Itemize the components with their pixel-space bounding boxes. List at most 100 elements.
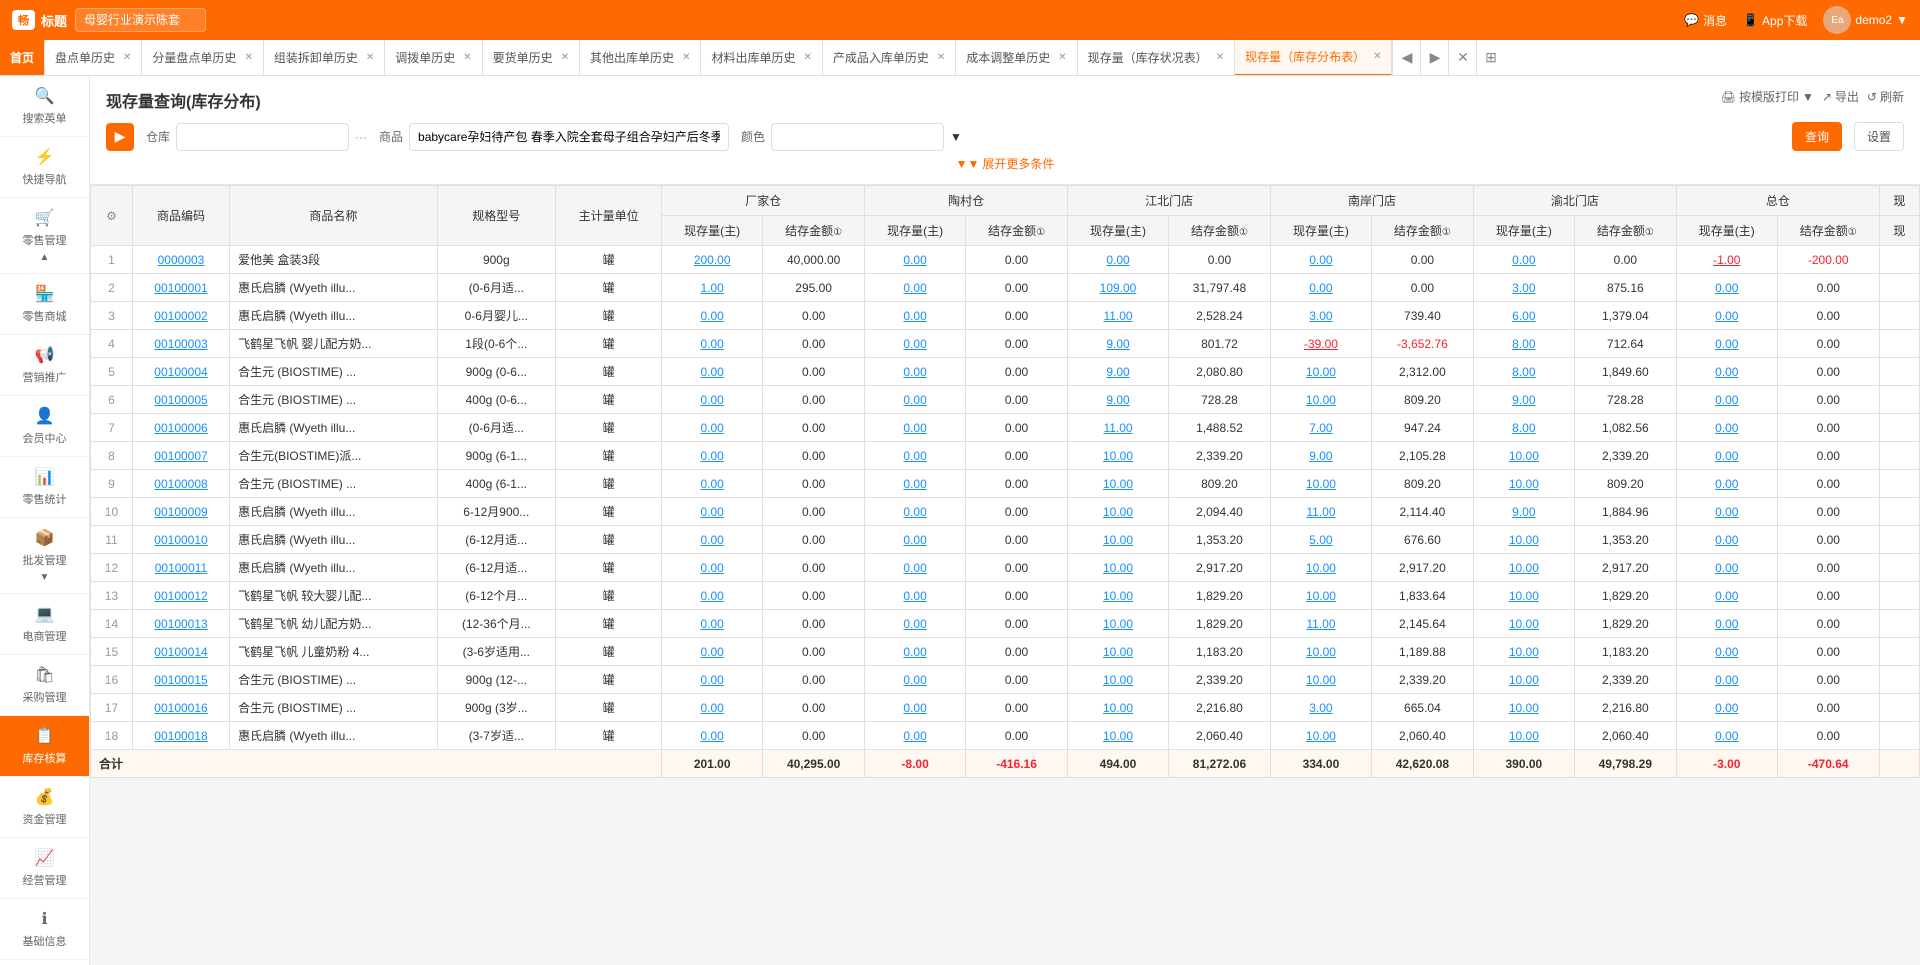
- row-nanan-qty[interactable]: 10.00: [1271, 470, 1372, 498]
- row-code[interactable]: 00100015: [132, 666, 229, 694]
- row-total-qty[interactable]: 0.00: [1676, 330, 1777, 358]
- tab-close-icon[interactable]: ✕: [1373, 51, 1381, 62]
- tab-assembly[interactable]: 组装拆卸单历史 ✕: [264, 40, 385, 76]
- row-total-qty[interactable]: 0.00: [1676, 526, 1777, 554]
- tab-portion-check[interactable]: 分量盘点单历史 ✕: [142, 40, 263, 76]
- row-nanan-qty[interactable]: 0.00: [1271, 246, 1372, 274]
- row-total-qty[interactable]: -1.00: [1676, 246, 1777, 274]
- row-yubei-qty[interactable]: 10.00: [1473, 442, 1574, 470]
- row-nanan-qty[interactable]: 9.00: [1271, 442, 1372, 470]
- row-total-qty[interactable]: 0.00: [1676, 358, 1777, 386]
- row-taocun-qty[interactable]: 0.00: [865, 554, 966, 582]
- row-jiangbei-qty[interactable]: 109.00: [1068, 274, 1169, 302]
- tab-prev-btn[interactable]: ◀: [1392, 40, 1420, 76]
- row-factory-qty[interactable]: 0.00: [662, 526, 763, 554]
- row-taocun-qty[interactable]: 0.00: [865, 414, 966, 442]
- row-yubei-qty[interactable]: 10.00: [1473, 554, 1574, 582]
- query-btn[interactable]: 查询: [1792, 122, 1842, 151]
- row-factory-qty[interactable]: 0.00: [662, 358, 763, 386]
- row-yubei-qty[interactable]: 3.00: [1473, 274, 1574, 302]
- message-btn[interactable]: 💬 消息: [1684, 12, 1727, 29]
- tab-cost-adjust[interactable]: 成本调整单历史 ✕: [956, 40, 1077, 76]
- row-yubei-qty[interactable]: 6.00: [1473, 302, 1574, 330]
- sidebar-item-ecommerce[interactable]: 💻 电商管理: [0, 594, 89, 655]
- row-total-qty[interactable]: 0.00: [1676, 498, 1777, 526]
- row-code[interactable]: 00100004: [132, 358, 229, 386]
- row-total-qty[interactable]: 0.00: [1676, 470, 1777, 498]
- row-taocun-qty[interactable]: 0.00: [865, 610, 966, 638]
- row-nanan-qty[interactable]: 10.00: [1271, 358, 1372, 386]
- tab-close-icon[interactable]: ✕: [937, 52, 945, 63]
- row-factory-qty[interactable]: 200.00: [662, 246, 763, 274]
- row-factory-qty[interactable]: 0.00: [662, 610, 763, 638]
- tab-close-all-btn[interactable]: ✕: [1448, 40, 1476, 76]
- export-btn[interactable]: ↗ 导出: [1822, 88, 1859, 105]
- tab-stock-status[interactable]: 现存量（库存状况表） ✕: [1078, 40, 1235, 76]
- row-code[interactable]: 00100013: [132, 610, 229, 638]
- tab-stock-dist[interactable]: 现存量（库存分布表） ✕: [1235, 40, 1392, 76]
- row-code[interactable]: 00100007: [132, 442, 229, 470]
- row-total-qty[interactable]: 0.00: [1676, 274, 1777, 302]
- row-total-qty[interactable]: 0.00: [1676, 722, 1777, 750]
- table-scroll[interactable]: ⚙ 商品编码 商品名称 规格型号 主计量单位 厂家仓 陶村仓 江北门店 南岸门店…: [90, 185, 1920, 965]
- row-taocun-qty[interactable]: 0.00: [865, 302, 966, 330]
- row-factory-qty[interactable]: 0.00: [662, 414, 763, 442]
- color-input[interactable]: [771, 123, 944, 151]
- tab-transfer[interactable]: 调拨单历史 ✕: [385, 40, 482, 76]
- row-taocun-qty[interactable]: 0.00: [865, 666, 966, 694]
- tab-expand-btn[interactable]: ⊞: [1476, 40, 1504, 76]
- sidebar-item-inventory[interactable]: 📋 库存核算: [0, 716, 89, 777]
- row-total-qty[interactable]: 0.00: [1676, 694, 1777, 722]
- row-jiangbei-qty[interactable]: 10.00: [1068, 694, 1169, 722]
- tab-close-icon[interactable]: ✕: [1216, 52, 1224, 63]
- expand-conditions-btn[interactable]: ▼▼ 展开更多条件: [956, 155, 1055, 172]
- row-code[interactable]: 00100001: [132, 274, 229, 302]
- row-code[interactable]: 00100006: [132, 414, 229, 442]
- row-taocun-qty[interactable]: 0.00: [865, 498, 966, 526]
- tab-other-out[interactable]: 其他出库单历史 ✕: [580, 40, 701, 76]
- row-code[interactable]: 00100008: [132, 470, 229, 498]
- store-selector[interactable]: 母婴行业演示陈套: [75, 8, 206, 32]
- row-code[interactable]: 00100014: [132, 638, 229, 666]
- row-factory-qty[interactable]: 0.00: [662, 694, 763, 722]
- row-jiangbei-qty[interactable]: 11.00: [1068, 414, 1169, 442]
- search-toggle-btn[interactable]: ▶: [106, 123, 134, 151]
- sidebar-item-purchase[interactable]: 🛍 采购管理: [0, 655, 89, 716]
- row-nanan-qty[interactable]: 10.00: [1271, 638, 1372, 666]
- row-yubei-qty[interactable]: 0.00: [1473, 246, 1574, 274]
- row-nanan-qty[interactable]: 5.00: [1271, 526, 1372, 554]
- row-taocun-qty[interactable]: 0.00: [865, 526, 966, 554]
- row-jiangbei-qty[interactable]: 9.00: [1068, 386, 1169, 414]
- row-jiangbei-qty[interactable]: 11.00: [1068, 302, 1169, 330]
- row-taocun-qty[interactable]: 0.00: [865, 582, 966, 610]
- sidebar-item-marketing[interactable]: 📢 营销推广: [0, 335, 89, 396]
- row-jiangbei-qty[interactable]: 10.00: [1068, 638, 1169, 666]
- row-nanan-qty[interactable]: 3.00: [1271, 694, 1372, 722]
- row-taocun-qty[interactable]: 0.00: [865, 246, 966, 274]
- row-total-qty[interactable]: 0.00: [1676, 302, 1777, 330]
- settings-icon[interactable]: ⚙: [106, 209, 117, 223]
- row-jiangbei-qty[interactable]: 10.00: [1068, 442, 1169, 470]
- row-factory-qty[interactable]: 0.00: [662, 666, 763, 694]
- row-nanan-qty[interactable]: 0.00: [1271, 274, 1372, 302]
- sidebar-item-wholesale[interactable]: 📦 批发管理 ▼: [0, 518, 89, 594]
- sidebar-item-retail-stats[interactable]: 📊 零售统计: [0, 457, 89, 518]
- row-taocun-qty[interactable]: 0.00: [865, 386, 966, 414]
- tab-product-in[interactable]: 产成品入库单历史 ✕: [823, 40, 956, 76]
- row-total-qty[interactable]: 0.00: [1676, 554, 1777, 582]
- row-nanan-qty[interactable]: 10.00: [1271, 722, 1372, 750]
- row-taocun-qty[interactable]: 0.00: [865, 638, 966, 666]
- row-yubei-qty[interactable]: 8.00: [1473, 358, 1574, 386]
- row-nanan-qty[interactable]: 11.00: [1271, 610, 1372, 638]
- row-factory-qty[interactable]: 0.00: [662, 638, 763, 666]
- row-total-qty[interactable]: 0.00: [1676, 610, 1777, 638]
- row-yubei-qty[interactable]: 8.00: [1473, 414, 1574, 442]
- row-yubei-qty[interactable]: 10.00: [1473, 722, 1574, 750]
- row-yubei-qty[interactable]: 10.00: [1473, 638, 1574, 666]
- sidebar-item-retail[interactable]: 🛒 零售管理 ▲: [0, 198, 89, 274]
- tab-close-icon[interactable]: ✕: [1058, 52, 1066, 63]
- row-factory-qty[interactable]: 0.00: [662, 302, 763, 330]
- row-code[interactable]: 00100012: [132, 582, 229, 610]
- row-jiangbei-qty[interactable]: 10.00: [1068, 666, 1169, 694]
- row-nanan-qty[interactable]: 10.00: [1271, 582, 1372, 610]
